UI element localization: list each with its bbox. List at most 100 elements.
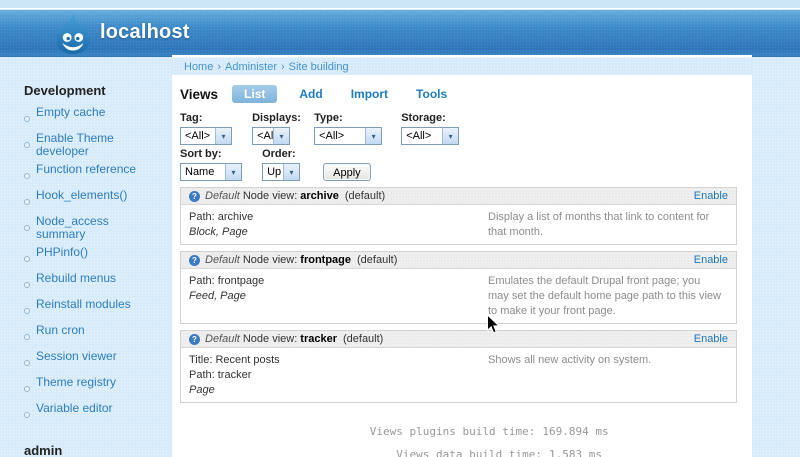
tab-add[interactable]: Add <box>293 85 328 103</box>
view-row-tracker: ? Default Node view: tracker (default) E… <box>180 330 737 403</box>
view-description: Shows all new activity on system. <box>488 354 652 366</box>
tab-import[interactable]: Import <box>345 85 394 103</box>
view-row-archive: ? Default Node view: archive (default) E… <box>180 187 737 245</box>
view-header: ? Default Node view: tracker (default) E… <box>181 331 736 348</box>
sidebar-item-empty-cache[interactable]: Empty cache <box>24 106 172 127</box>
select-arrow-icon: ▾ <box>365 128 382 144</box>
sidebar-heading-development: Development <box>24 83 106 98</box>
drupal-logo-icon[interactable] <box>53 12 93 61</box>
view-description: Emulates the default Drupal front page; … <box>488 275 721 317</box>
tab-list[interactable]: List <box>232 85 278 103</box>
filter-tag: Tag: <All> ▾ <box>180 112 240 145</box>
sidebar-item-reinstall-modules[interactable]: Reinstall modules <box>24 298 172 319</box>
view-path: Path: archive <box>189 211 254 223</box>
sidebar-item-theme-registry[interactable]: Theme registry <box>24 376 172 397</box>
leaf-bullet-icon <box>24 301 36 319</box>
view-displays: Block, Page <box>189 226 248 238</box>
leaf-bullet-icon <box>24 249 36 267</box>
breadcrumb: Home › Administer › Site building <box>172 57 752 75</box>
filter-type: Type: <All> ▾ <box>314 112 389 145</box>
enable-link[interactable]: Enable <box>694 254 728 266</box>
filter-sort-by-label: Sort by: <box>180 148 222 160</box>
view-type-label: Default <box>205 190 240 202</box>
sidebar-item-node-access-summary[interactable]: Node_access summary <box>24 215 172 241</box>
view-kind-label: Node view: <box>242 254 298 266</box>
view-name: tracker <box>300 333 337 345</box>
view-header: ? Default Node view: archive (default) E… <box>181 188 736 205</box>
view-row-frontpage: ? Default Node view: frontpage (default)… <box>180 251 737 324</box>
drupal-admin-page: localhost Development Empty cache Enable… <box>0 0 800 457</box>
sidebar: Development Empty cache Enable Theme dev… <box>0 57 172 457</box>
view-kind-label: Node view: <box>242 333 298 345</box>
sidebar-item-variable-editor[interactable]: Variable editor <box>24 402 172 423</box>
view-suffix: (default) <box>342 333 384 345</box>
plugins-build-time-value: 169.894 ms <box>542 425 609 438</box>
enable-link[interactable]: Enable <box>694 190 728 202</box>
leaf-bullet-icon <box>24 218 36 236</box>
leaf-bullet-icon <box>24 135 36 153</box>
filters: Tag: <All>▾ Displays: <All>▾ Type: <All>… <box>180 112 744 181</box>
apply-button[interactable]: Apply <box>323 163 371 181</box>
help-icon[interactable]: ? <box>189 190 200 202</box>
view-description: Display a list of months that link to co… <box>488 211 710 238</box>
leaf-bullet-icon <box>24 353 36 371</box>
filter-storage: Storage: <All> ▾ <box>401 112 463 145</box>
breadcrumb-administer[interactable]: Administer <box>225 61 277 73</box>
enable-link[interactable]: Enable <box>694 333 728 345</box>
filter-displays: Displays: <All>▾ <box>252 112 302 145</box>
view-type-label: Default <box>205 254 240 266</box>
type-select[interactable]: <All> ▾ <box>314 127 383 145</box>
view-title: Title: Recent posts <box>189 354 280 366</box>
view-suffix: (default) <box>357 254 398 266</box>
sidebar-item-phpinfo[interactable]: PHPinfo() <box>24 246 172 267</box>
view-name: frontpage <box>300 254 352 266</box>
view-path: Path: tracker <box>189 369 252 381</box>
sidebar-item-rebuild-menus[interactable]: Rebuild menus <box>24 272 172 293</box>
filter-order: Order: Up ▾ <box>262 148 307 181</box>
filter-storage-label: Storage: <box>401 112 446 124</box>
data-build-time: Views data build time: 1.583 ms <box>172 448 752 457</box>
title-row: Views List Add Import Tools <box>180 84 744 104</box>
sidebar-item-enable-theme-developer[interactable]: Enable Theme developer <box>24 132 172 158</box>
top-strip <box>0 0 800 9</box>
plugins-build-time: Views plugins build time: 169.894 ms <box>369 425 609 438</box>
order-select[interactable]: Up ▾ <box>262 163 301 181</box>
storage-select[interactable]: <All> ▾ <box>401 127 460 145</box>
select-arrow-icon: ▾ <box>442 128 459 144</box>
view-suffix: (default) <box>344 190 386 202</box>
breadcrumb-site-building[interactable]: Site building <box>289 61 349 73</box>
sort-by-select[interactable]: Name ▾ <box>180 163 242 181</box>
displays-select[interactable]: <All>▾ <box>252 127 291 145</box>
filter-type-label: Type: <box>314 112 343 124</box>
view-header: ? Default Node view: frontpage (default)… <box>181 252 736 269</box>
breadcrumb-separator: › <box>217 61 222 73</box>
help-icon[interactable]: ? <box>189 333 200 345</box>
view-body: Path: archive Block, Page Display a list… <box>181 205 736 244</box>
tab-tools[interactable]: Tools <box>410 85 453 103</box>
filter-sort-by: Sort by: Name ▾ <box>180 148 250 181</box>
sidebar-item-hook-elements[interactable]: Hook_elements() <box>24 189 172 210</box>
sidebar-item-session-viewer[interactable]: Session viewer <box>24 350 172 371</box>
tag-select[interactable]: <All> ▾ <box>180 127 232 145</box>
view-displays: Page <box>189 384 215 396</box>
view-path: Path: frontpage <box>189 275 265 287</box>
help-icon[interactable]: ? <box>189 254 200 266</box>
view-body: Title: Recent posts Path: tracker Page S… <box>181 348 736 402</box>
page-title: Views <box>180 86 219 102</box>
select-arrow-icon: ▾ <box>283 164 300 180</box>
select-arrow-icon: ▾ <box>215 128 231 144</box>
sidebar-heading-admin: admin <box>24 443 63 457</box>
filter-order-label: Order: <box>262 148 296 160</box>
site-header: localhost <box>0 10 800 57</box>
filter-displays-label: Displays: <box>252 112 301 124</box>
leaf-bullet-icon <box>24 109 36 127</box>
sidebar-item-run-cron[interactable]: Run cron <box>24 324 172 345</box>
leaf-bullet-icon <box>24 192 36 210</box>
sidebar-item-function-reference[interactable]: Function reference <box>24 163 172 184</box>
view-name: archive <box>300 190 339 202</box>
leaf-bullet-icon <box>24 327 36 345</box>
breadcrumb-home[interactable]: Home <box>184 61 213 73</box>
view-displays: Feed, Page <box>189 290 246 302</box>
site-name[interactable]: localhost <box>100 21 190 44</box>
leaf-bullet-icon <box>24 379 36 397</box>
